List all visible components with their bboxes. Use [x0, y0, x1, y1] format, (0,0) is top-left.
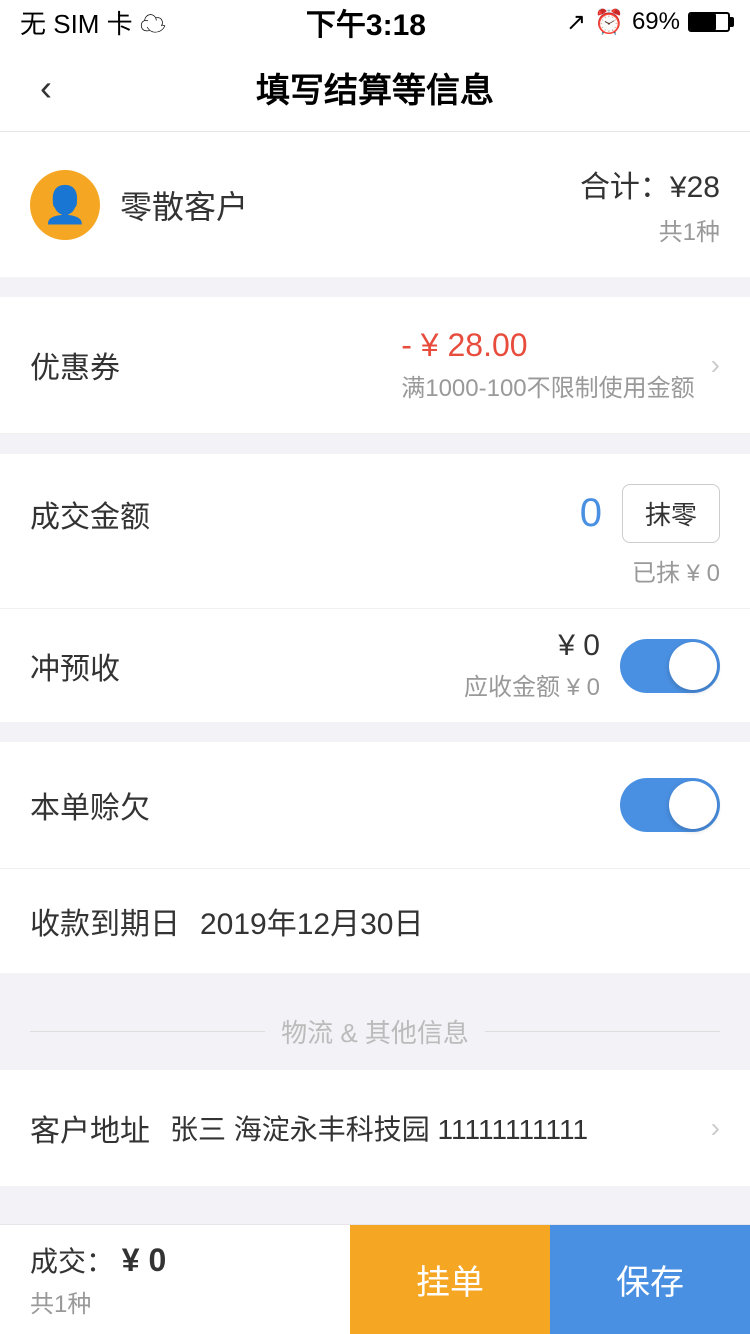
- logistics-section-header: 物流 & 其他信息: [0, 993, 750, 1070]
- battery-level: 69%: [632, 8, 680, 36]
- customer-right: 合计：¥28 共1种: [580, 162, 720, 247]
- alarm-icon: ⏰: [594, 8, 624, 37]
- address-label: 客户地址: [30, 1106, 150, 1150]
- amount-right: 0 抹零: [580, 484, 720, 543]
- bottom-count: 共1种: [30, 1284, 320, 1319]
- total-amount: 合计：¥28: [580, 162, 720, 206]
- amount-sub: 已抹 ¥ 0: [0, 553, 750, 608]
- location-icon: ↗: [566, 8, 586, 37]
- pre-collect-amount: ¥ 0: [464, 629, 600, 663]
- back-button[interactable]: ‹: [30, 57, 62, 119]
- arrears-section: 本单赊欠 收款到期日 2019年12月30日: [0, 742, 750, 973]
- arrears-toggle[interactable]: [620, 778, 720, 832]
- arrears-row: 本单赊欠: [0, 742, 750, 868]
- amount-row: 成交金额 0 抹零: [0, 454, 750, 553]
- bottom-deal-label: 成交：: [30, 1246, 114, 1277]
- due-value: 2019年12月30日: [200, 899, 423, 943]
- battery-icon: [688, 12, 730, 32]
- due-label: 收款到期日: [30, 899, 180, 943]
- address-value: 张三 海淀永丰科技园 11111111111: [170, 1108, 711, 1148]
- sim-label: 无 SIM 卡 ☁: [20, 4, 166, 41]
- round-zero-button[interactable]: 抹零: [622, 484, 720, 543]
- address-chevron-icon: ›: [711, 1112, 720, 1144]
- customer-name: 零散客户: [120, 182, 248, 228]
- status-right: ↗ ⏰ 69%: [566, 8, 730, 37]
- total-count: 共1种: [580, 212, 720, 247]
- pre-collect-right: ¥ 0 应收金额 ¥ 0: [464, 629, 720, 702]
- chevron-icon: ›: [711, 349, 720, 381]
- pre-collect-values: ¥ 0 应收金额 ¥ 0: [464, 629, 600, 702]
- coupon-card: 优惠券 - ¥ 28.00 满1000-100不限制使用金额 ›: [0, 297, 750, 434]
- pre-collect-label: 冲预收: [30, 644, 120, 688]
- hold-button[interactable]: 挂单: [350, 1225, 550, 1334]
- coupon-label: 优惠券: [30, 343, 120, 387]
- coupon-value: - ¥ 28.00: [401, 327, 694, 364]
- amount-label: 成交金额: [30, 492, 150, 536]
- bottom-deal-amount: ¥ 0: [122, 1242, 166, 1278]
- coupon-right: - ¥ 28.00 满1000-100不限制使用金额 ›: [401, 327, 720, 403]
- coupon-row[interactable]: 优惠券 - ¥ 28.00 满1000-100不限制使用金额 ›: [0, 297, 750, 434]
- save-button[interactable]: 保存: [550, 1225, 750, 1334]
- header-line-right: [485, 1031, 720, 1032]
- status-left: 无 SIM 卡 ☁: [20, 4, 166, 41]
- pre-collect-row: 冲预收 ¥ 0 应收金额 ¥ 0: [0, 608, 750, 722]
- avatar-icon: 👤: [43, 184, 88, 226]
- arrears-label: 本单赊欠: [30, 783, 150, 827]
- bottom-info: 成交： ¥ 0 共1种: [0, 1240, 350, 1319]
- nav-bar: ‹ 填写结算等信息: [0, 44, 750, 132]
- toggle-knob: [669, 642, 717, 690]
- arrears-toggle-knob: [669, 781, 717, 829]
- address-row[interactable]: 客户地址 张三 海淀永丰科技园 11111111111 ›: [0, 1070, 750, 1186]
- amount-value: 0: [580, 491, 602, 536]
- nav-title: 填写结算等信息: [256, 63, 494, 112]
- bottom-deal-row: 成交： ¥ 0: [30, 1240, 320, 1280]
- bottom-bar: 成交： ¥ 0 共1种 挂单 保存: [0, 1224, 750, 1334]
- status-bar: 无 SIM 卡 ☁ 下午3:18 ↗ ⏰ 69%: [0, 0, 750, 44]
- header-line-left: [30, 1031, 265, 1032]
- due-date-row: 收款到期日 2019年12月30日: [0, 868, 750, 973]
- status-time: 下午3:18: [306, 0, 426, 44]
- pre-collect-toggle[interactable]: [620, 639, 720, 693]
- customer-row: 👤 零散客户 合计：¥28 共1种: [0, 132, 750, 277]
- content: 👤 零散客户 合计：¥28 共1种 优惠券 - ¥ 28.00 满1000-10…: [0, 132, 750, 1326]
- coupon-desc: 满1000-100不限制使用金额: [401, 368, 694, 403]
- customer-left: 👤 零散客户: [30, 170, 248, 240]
- pre-collect-desc: 应收金额 ¥ 0: [464, 667, 600, 702]
- logistics-label: 物流 & 其他信息: [281, 1013, 469, 1050]
- transaction-amount-section: 成交金额 0 抹零 已抹 ¥ 0 冲预收 ¥ 0 应收金额 ¥ 0: [0, 454, 750, 722]
- avatar: 👤: [30, 170, 100, 240]
